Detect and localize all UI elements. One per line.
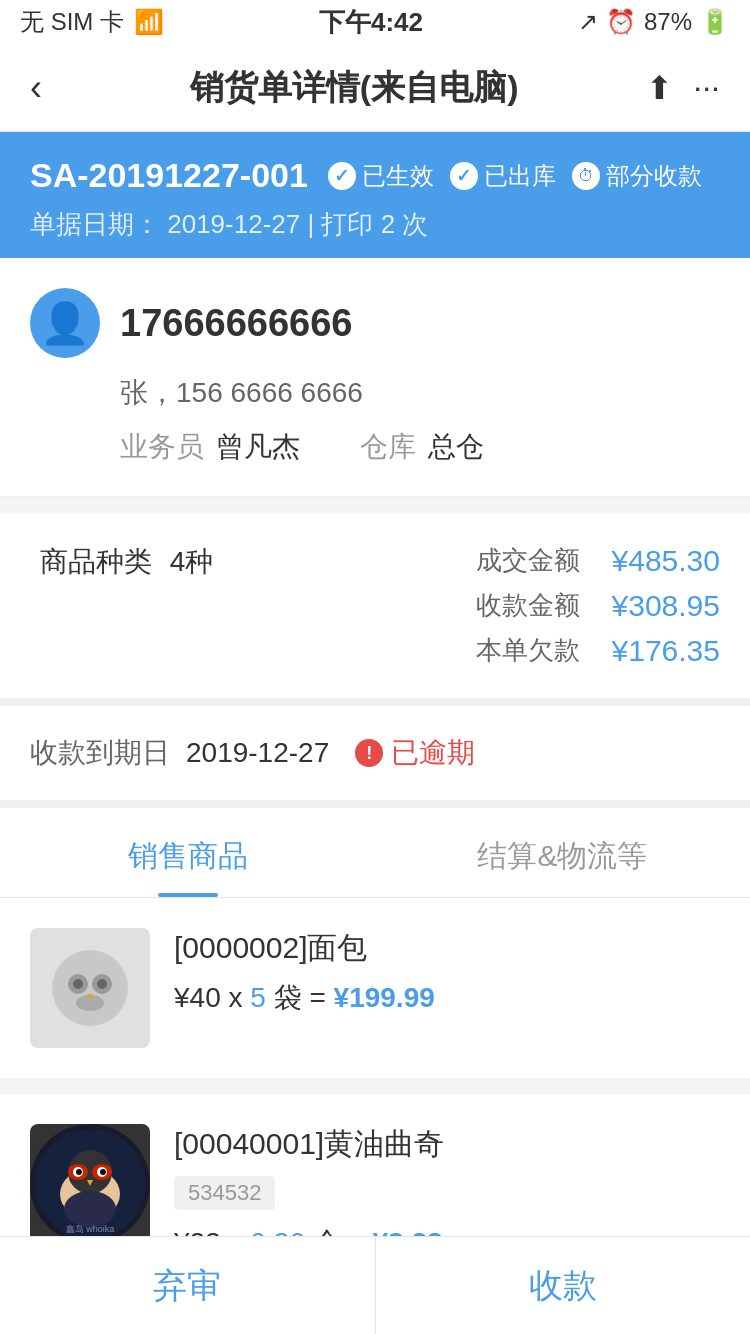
due-date-value: 2019-12-27 xyxy=(186,737,329,769)
check-icon-2: ✓ xyxy=(450,162,478,190)
svg-point-0 xyxy=(52,950,128,1026)
svg-text:鑫岛 whoika: 鑫岛 whoika xyxy=(66,1224,115,1234)
battery-icon: 🔋 xyxy=(700,8,730,36)
salesperson-name: 曾凡杰 xyxy=(216,428,300,466)
more-icon[interactable]: ··· xyxy=(693,69,720,106)
salesperson-item: 业务员 曾凡杰 xyxy=(120,428,300,466)
tabs-bar: 销售商品 结算&物流等 xyxy=(0,808,750,898)
receipt-amount-row: 收款金额 ¥308.95 xyxy=(476,588,720,623)
warehouse-name: 总仓 xyxy=(428,428,484,466)
battery-percent: 87% xyxy=(644,8,692,36)
banner-badges: ✓ 已生效 ✓ 已出库 ⏱ 部分收款 xyxy=(328,160,702,192)
print-count: | 打印 2 次 xyxy=(307,209,428,239)
overdue-badge: ! 已逾期 xyxy=(355,734,475,772)
equals-1: = xyxy=(309,982,333,1013)
due-label: 收款到期日 xyxy=(30,734,170,772)
category-info: 商品种类 4种 xyxy=(30,543,213,581)
cancel-audit-button[interactable]: 弃审 xyxy=(0,1237,376,1334)
product-name-2: [00040001]黄油曲奇 xyxy=(174,1124,720,1165)
back-button[interactable]: ‹ xyxy=(30,67,62,109)
thumb-placeholder-1 xyxy=(30,928,150,1048)
unit-1: 袋 xyxy=(274,982,302,1013)
location-icon: ↗ xyxy=(578,8,598,36)
due-date-section: 收款到期日 2019-12-27 ! 已逾期 xyxy=(0,706,750,808)
banner-top-row: SA-20191227-001 ✓ 已生效 ✓ 已出库 ⏱ 部分收款 xyxy=(30,156,720,195)
status-left: 无 SIM 卡 📶 xyxy=(20,6,164,38)
avatar: 👤 xyxy=(30,288,100,358)
badge-effective: ✓ 已生效 xyxy=(328,160,434,192)
customer-phone: 17666666666 xyxy=(120,302,352,345)
svg-point-3 xyxy=(73,979,83,989)
overdue-icon: ! xyxy=(355,739,383,767)
wifi-icon: 📶 xyxy=(134,8,164,36)
product-list: [0000002]面包 ¥40 x 5 袋 = ¥199.99 xyxy=(0,898,750,1292)
category-value: 4种 xyxy=(170,546,214,577)
svg-point-15 xyxy=(76,1169,82,1175)
stats-section: 商品种类 4种 成交金额 ¥485.30 收款金额 ¥308.95 本单欠款 ¥… xyxy=(0,513,750,706)
deal-value: ¥485.30 xyxy=(600,544,720,578)
order-date: 2019-12-27 xyxy=(167,209,300,239)
owed-amount-row: 本单欠款 ¥176.35 xyxy=(476,633,720,668)
total-1: ¥199.99 xyxy=(334,982,435,1013)
qty-1: 5 xyxy=(250,982,266,1013)
customer-name-detail: 张，156 6666 6666 xyxy=(30,374,720,412)
nav-bar: ‹ 销货单详情(来自电脑) ⬆ ··· xyxy=(0,44,750,132)
svg-point-4 xyxy=(97,979,107,989)
badge-partial-payment: ⏱ 部分收款 xyxy=(572,160,702,192)
owl-icon-1 xyxy=(50,948,130,1028)
owed-label: 本单欠款 xyxy=(476,633,580,668)
operator-1: x xyxy=(229,982,251,1013)
collect-payment-button[interactable]: 收款 xyxy=(376,1237,751,1334)
product-item: [0000002]面包 ¥40 x 5 袋 = ¥199.99 xyxy=(0,898,750,1078)
order-id: SA-20191227-001 xyxy=(30,156,308,195)
tab-settlement[interactable]: 结算&物流等 xyxy=(375,808,750,897)
customer-meta: 业务员 曾凡杰 仓库 总仓 xyxy=(30,428,720,466)
bottom-bar: 弃审 收款 xyxy=(0,1236,750,1334)
carrier-text: 无 SIM 卡 xyxy=(20,6,124,38)
badge-shipped: ✓ 已出库 xyxy=(450,160,556,192)
product-price-1: ¥40 x 5 袋 = ¥199.99 xyxy=(174,979,720,1017)
product-image-2: 鑫岛 whoika xyxy=(30,1124,150,1244)
price-unit-1: ¥40 xyxy=(174,982,221,1013)
banner-date-row: 单据日期： 2019-12-27 | 打印 2 次 xyxy=(30,207,720,242)
customer-section: 👤 17666666666 张，156 6666 6666 业务员 曾凡杰 仓库… xyxy=(0,258,750,497)
financial-stats: 成交金额 ¥485.30 收款金额 ¥308.95 本单欠款 ¥176.35 xyxy=(476,543,720,668)
page-title: 销货单详情(来自电脑) xyxy=(62,65,646,111)
warehouse-label: 仓库 xyxy=(360,428,416,466)
product-info-1: [0000002]面包 ¥40 x 5 袋 = ¥199.99 xyxy=(174,928,720,1017)
header-banner: SA-20191227-001 ✓ 已生效 ✓ 已出库 ⏱ 部分收款 xyxy=(0,132,750,258)
deal-label: 成交金额 xyxy=(476,543,580,578)
status-time: 下午4:42 xyxy=(319,5,423,40)
clock-icon: ⏱ xyxy=(572,162,600,190)
share-icon[interactable]: ⬆ xyxy=(646,69,673,107)
deal-amount-row: 成交金额 ¥485.30 xyxy=(476,543,720,578)
receipt-label: 收款金额 xyxy=(476,588,580,623)
salesperson-label: 业务员 xyxy=(120,428,204,466)
product-name-1: [0000002]面包 xyxy=(174,928,720,969)
status-right: ↗ ⏰ 87% 🔋 xyxy=(578,8,730,36)
avatar-icon: 👤 xyxy=(40,300,90,347)
customer-row: 👤 17666666666 xyxy=(30,288,720,358)
category-label: 商品种类 xyxy=(40,546,152,577)
product-tag-2: 534532 xyxy=(174,1176,275,1210)
svg-point-16 xyxy=(100,1169,106,1175)
date-label: 单据日期： xyxy=(30,209,160,239)
product-thumbnail-1 xyxy=(30,928,150,1048)
warehouse-item: 仓库 总仓 xyxy=(360,428,484,466)
svg-point-18 xyxy=(64,1191,116,1227)
check-icon-1: ✓ xyxy=(328,162,356,190)
owed-value: ¥176.35 xyxy=(600,634,720,668)
receipt-value: ¥308.95 xyxy=(600,589,720,623)
overdue-text: 已逾期 xyxy=(391,734,475,772)
tab-products[interactable]: 销售商品 xyxy=(0,808,375,897)
nav-actions: ⬆ ··· xyxy=(646,69,720,107)
status-bar: 无 SIM 卡 📶 下午4:42 ↗ ⏰ 87% 🔋 xyxy=(0,0,750,44)
alarm-icon: ⏰ xyxy=(606,8,636,36)
product-thumbnail-2: 鑫岛 whoika xyxy=(30,1124,150,1244)
